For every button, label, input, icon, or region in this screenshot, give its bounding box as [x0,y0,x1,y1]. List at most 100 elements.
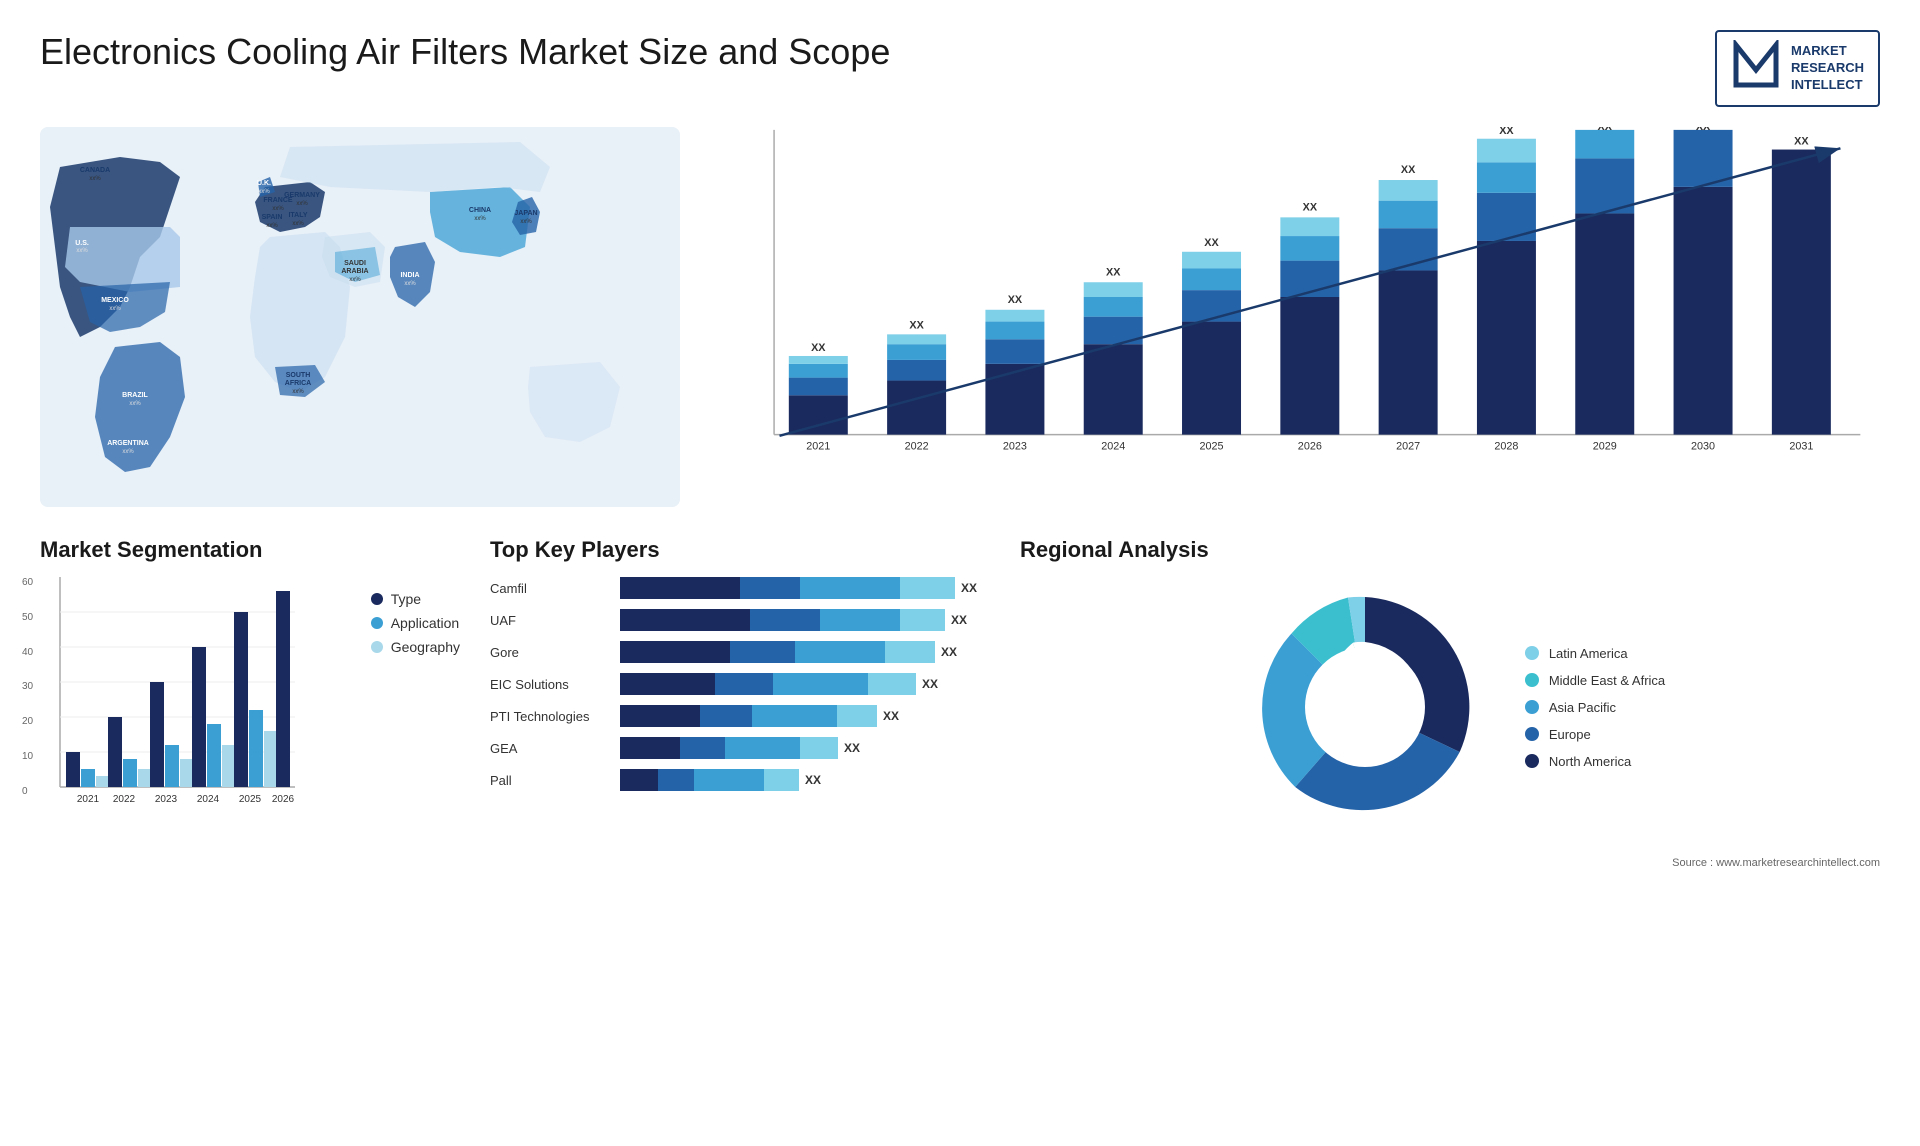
svg-text:XX: XX [1303,201,1318,213]
segmentation-title: Market Segmentation [40,537,460,563]
svg-text:2025: 2025 [1200,440,1224,452]
player-xx-gea: XX [844,741,860,755]
top-section: CANADA xx% U.S. xx% MEXICO xx% BRAZIL xx… [40,127,1880,507]
legend-dot-type [371,593,383,605]
logo-letter [1731,40,1781,97]
player-row-pall: Pall XX [490,769,990,791]
svg-text:2024: 2024 [197,794,220,805]
svg-text:XX: XX [1499,127,1514,137]
svg-text:U.K.: U.K. [257,180,271,187]
svg-text:xx%: xx% [109,306,121,312]
legend-item-application: Application [371,615,460,631]
legend-label-type: Type [391,591,421,607]
players-title: Top Key Players [490,537,990,563]
svg-text:xx%: xx% [266,223,278,229]
svg-text:MEXICO: MEXICO [101,297,129,304]
legend-dot-middle-east [1525,673,1539,687]
players-section: Top Key Players Camfil XX UAF [490,537,990,869]
svg-text:xx%: xx% [474,216,486,222]
player-bar-uaf: XX [620,609,990,631]
player-xx-camfil: XX [961,581,977,595]
svg-text:2021: 2021 [77,794,100,805]
map-section: CANADA xx% U.S. xx% MEXICO xx% BRAZIL xx… [40,127,680,507]
legend-item-asia-pacific: Asia Pacific [1525,700,1665,715]
legend-item-middle-east: Middle East & Africa [1525,673,1665,688]
svg-text:XX: XX [1204,237,1219,249]
svg-text:xx%: xx% [292,389,304,395]
svg-text:2025: 2025 [239,794,262,805]
legend-item-europe: Europe [1525,727,1665,742]
svg-text:xx%: xx% [76,248,88,254]
svg-text:JAPAN: JAPAN [514,210,537,217]
player-bar-camfil: XX [620,577,990,599]
player-bar-gore: XX [620,641,990,663]
player-name-pti: PTI Technologies [490,709,610,724]
svg-text:AFRICA: AFRICA [285,380,311,387]
logo-container: MARKET RESEARCH INTELLECT [1715,30,1880,107]
player-row-gore: Gore XX [490,641,990,663]
source-text: Source : www.marketresearchintellect.com [1020,857,1880,869]
svg-text:CANADA: CANADA [80,167,110,174]
svg-text:2023: 2023 [155,794,178,805]
header: Electronics Cooling Air Filters Market S… [40,30,1880,107]
player-bar-gea: XX [620,737,990,759]
player-name-gore: Gore [490,645,610,660]
svg-text:XX: XX [909,319,924,331]
legend-label-latin-america: Latin America [1549,646,1628,661]
svg-text:2026: 2026 [272,794,295,805]
player-xx-uaf: XX [951,613,967,627]
svg-text:SOUTH: SOUTH [286,372,311,379]
player-row-eic: EIC Solutions XX [490,673,990,695]
player-row-pti: PTI Technologies XX [490,705,990,727]
svg-text:xx%: xx% [296,201,308,207]
player-xx-pall: XX [805,773,821,787]
player-name-eic: EIC Solutions [490,677,610,692]
logo-text: MARKET RESEARCH INTELLECT [1791,43,1864,94]
player-xx-pti: XX [883,709,899,723]
regional-legend: Latin America Middle East & Africa Asia … [1525,646,1665,769]
svg-text:xx%: xx% [272,206,284,212]
player-xx-gore: XX [941,645,957,659]
svg-text:BRAZIL: BRAZIL [122,392,148,399]
svg-text:2027: 2027 [1396,440,1420,452]
svg-text:2022: 2022 [905,440,929,452]
svg-text:2022: 2022 [113,794,136,805]
logo-box: MARKET RESEARCH INTELLECT [1715,30,1880,107]
svg-text:xx%: xx% [129,401,141,407]
svg-text:ARGENTINA: ARGENTINA [107,440,149,447]
svg-text:ARABIA: ARABIA [341,268,368,275]
svg-text:xx%: xx% [349,277,361,283]
svg-text:2024: 2024 [1101,440,1125,452]
svg-text:XX: XX [1598,127,1613,133]
svg-text:xx%: xx% [292,221,304,227]
seg-chart-svg: 2021 2022 2023 2024 [40,577,300,817]
svg-text:SPAIN: SPAIN [262,214,283,221]
svg-text:XX: XX [1794,136,1809,148]
legend-dot-latin-america [1525,646,1539,660]
legend-label-europe: Europe [1549,727,1591,742]
svg-text:2023: 2023 [1003,440,1027,452]
svg-text:INDIA: INDIA [400,272,419,279]
svg-text:2026: 2026 [1298,440,1322,452]
legend-label-geography: Geography [391,639,460,655]
svg-text:xx%: xx% [122,449,134,455]
legend-label-application: Application [391,615,460,631]
player-bar-eic: XX [620,673,990,695]
regional-section: Regional Analysis [1020,537,1880,869]
donut-chart [1235,577,1495,837]
player-bar-pall: XX [620,769,990,791]
seg-legend: Type Application Geography [351,591,460,655]
svg-text:XX: XX [1696,127,1711,133]
page-title: Electronics Cooling Air Filters Market S… [40,30,890,73]
svg-text:XX: XX [1401,164,1416,176]
seg-y-axis: 0 10 20 30 40 50 60 [22,577,33,797]
legend-label-middle-east: Middle East & Africa [1549,673,1665,688]
legend-label-north-america: North America [1549,754,1631,769]
legend-item-type: Type [371,591,460,607]
player-bar-pti: XX [620,705,990,727]
svg-text:XX: XX [1106,266,1121,278]
legend-dot-europe [1525,727,1539,741]
svg-text:XX: XX [811,342,826,354]
svg-text:ITALY: ITALY [288,212,307,219]
svg-text:XX: XX [1008,294,1023,306]
